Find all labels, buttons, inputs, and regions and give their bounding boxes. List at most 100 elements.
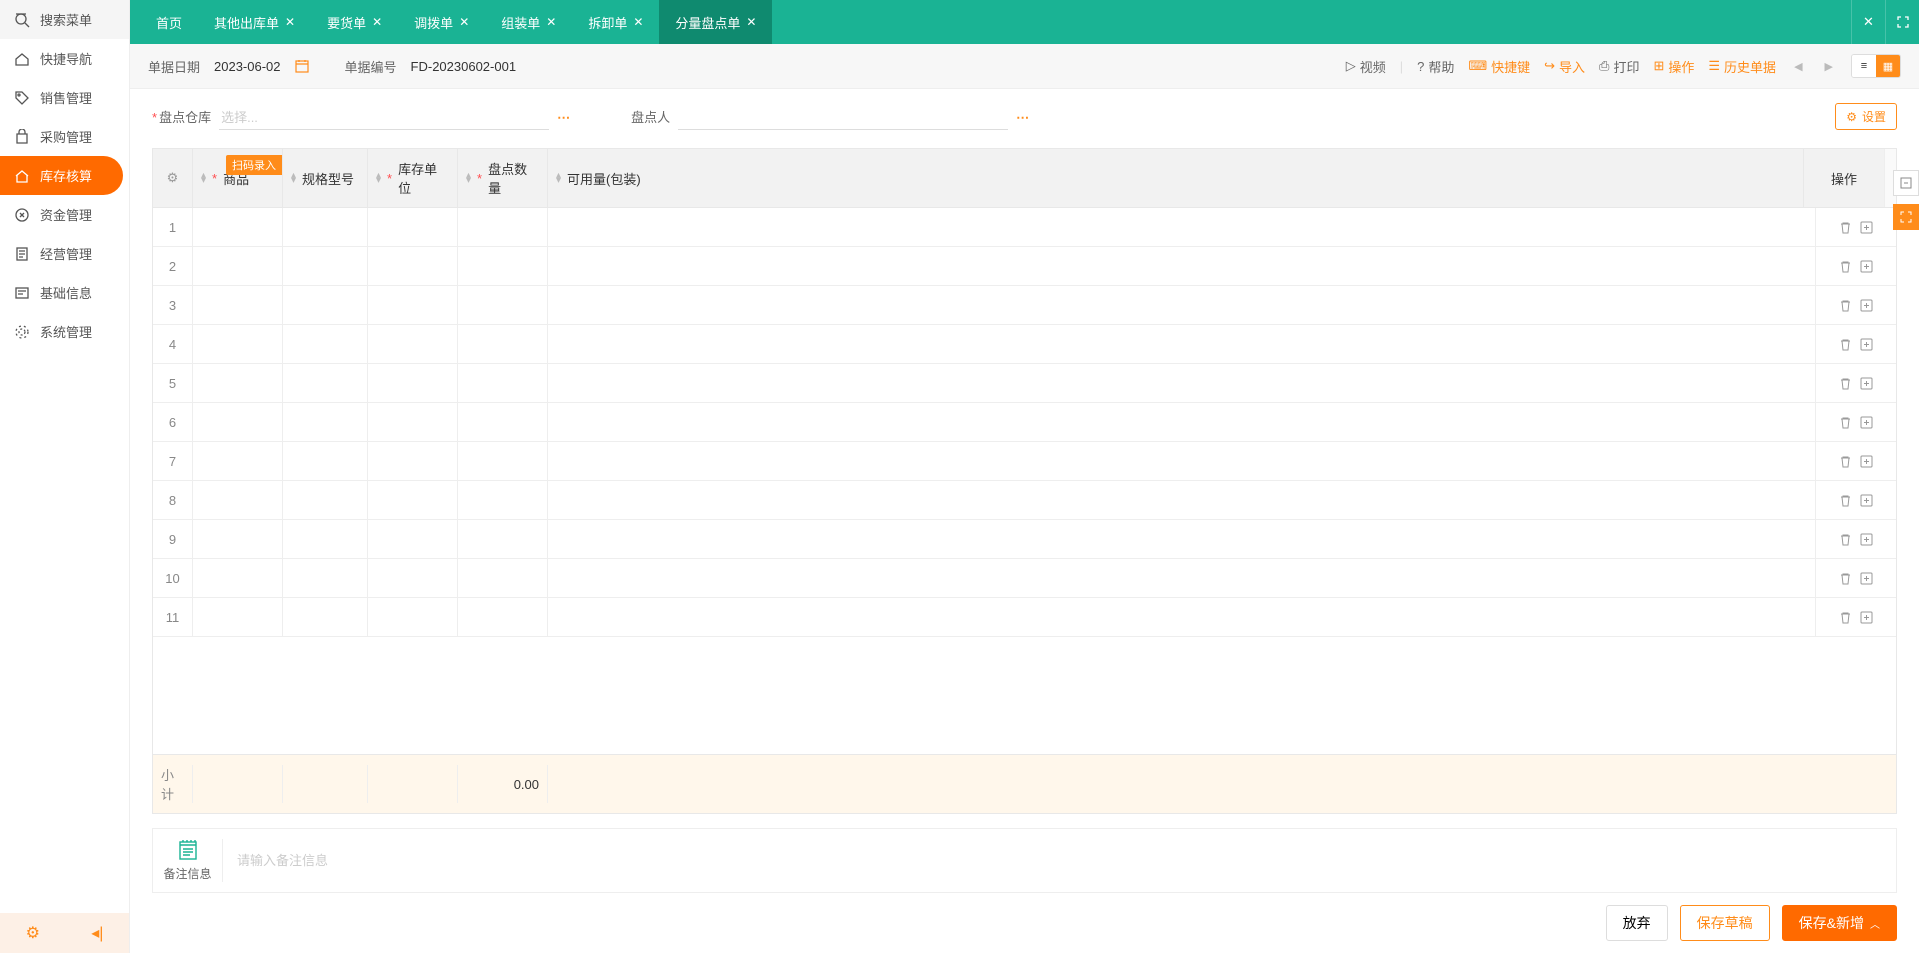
cell-available[interactable] xyxy=(548,598,1816,636)
cell-product[interactable] xyxy=(193,598,283,636)
tab-request[interactable]: 要货单✕ xyxy=(311,0,398,44)
cell-count-qty[interactable] xyxy=(458,559,548,597)
cell-spec[interactable] xyxy=(283,403,368,441)
add-row-icon[interactable] xyxy=(1860,338,1873,351)
cell-spec[interactable] xyxy=(283,520,368,558)
cell-unit[interactable] xyxy=(368,598,458,636)
add-row-icon[interactable] xyxy=(1860,611,1873,624)
close-tab-button[interactable]: ✕ xyxy=(1851,0,1885,44)
sidebar-item-quicknav[interactable]: 快捷导航 xyxy=(0,39,129,78)
import-link[interactable]: ↪导入 xyxy=(1544,57,1585,76)
table-row[interactable]: 8 xyxy=(153,481,1896,520)
sidebar-item-system[interactable]: 系统管理 xyxy=(0,312,129,351)
add-row-icon[interactable] xyxy=(1860,494,1873,507)
col-product[interactable]: ▴▾ * 商品 扫码录入 xyxy=(193,149,283,207)
history-link[interactable]: ☰历史单据 xyxy=(1708,57,1776,76)
scan-badge[interactable]: 扫码录入 xyxy=(226,155,282,175)
cell-product[interactable] xyxy=(193,520,283,558)
sidebar-item-funds[interactable]: 资金管理 xyxy=(0,195,129,234)
cell-spec[interactable] xyxy=(283,364,368,402)
close-icon[interactable]: ✕ xyxy=(633,15,643,29)
table-row[interactable]: 3 xyxy=(153,286,1896,325)
delete-row-icon[interactable] xyxy=(1839,221,1852,234)
person-picker-button[interactable]: ⋯ xyxy=(1016,110,1030,130)
cell-spec[interactable] xyxy=(283,247,368,285)
cell-available[interactable] xyxy=(548,364,1816,402)
cell-product[interactable] xyxy=(193,247,283,285)
delete-row-icon[interactable] xyxy=(1839,299,1852,312)
sort-icon[interactable]: ▴▾ xyxy=(291,173,296,183)
help-link[interactable]: ?帮助 xyxy=(1417,57,1454,76)
delete-row-icon[interactable] xyxy=(1839,455,1852,468)
cell-product[interactable] xyxy=(193,442,283,480)
tab-assemble[interactable]: 组装单✕ xyxy=(485,0,572,44)
close-icon[interactable]: ✕ xyxy=(372,15,382,29)
cell-available[interactable] xyxy=(548,559,1816,597)
collapse-icon[interactable]: ◂| xyxy=(91,923,103,943)
delete-row-icon[interactable] xyxy=(1839,494,1852,507)
cell-product[interactable] xyxy=(193,286,283,324)
shortcut-link[interactable]: ⌨快捷键 xyxy=(1468,57,1530,76)
cell-count-qty[interactable] xyxy=(458,208,548,246)
col-available[interactable]: ▴▾ 可用量(包装) xyxy=(548,149,1804,207)
cell-product[interactable] xyxy=(193,325,283,363)
close-icon[interactable]: ✕ xyxy=(746,15,756,29)
delete-row-icon[interactable] xyxy=(1839,572,1852,585)
cell-unit[interactable] xyxy=(368,208,458,246)
remarks-input[interactable] xyxy=(223,839,1896,882)
col-count-qty[interactable]: ▴▾ * 盘点数量 xyxy=(458,149,548,207)
table-row[interactable]: 11 xyxy=(153,598,1896,637)
delete-row-icon[interactable] xyxy=(1839,533,1852,546)
list-view-button[interactable]: ≡ xyxy=(1852,55,1876,77)
table-row[interactable]: 9 xyxy=(153,520,1896,559)
cell-unit[interactable] xyxy=(368,286,458,324)
warehouse-picker-button[interactable]: ⋯ xyxy=(557,110,571,130)
save-new-button[interactable]: 保存&新增︿ xyxy=(1782,905,1897,941)
cell-available[interactable] xyxy=(548,520,1816,558)
tab-transfer[interactable]: 调拨单✕ xyxy=(398,0,485,44)
cell-unit[interactable] xyxy=(368,559,458,597)
cell-available[interactable] xyxy=(548,325,1816,363)
cell-count-qty[interactable] xyxy=(458,286,548,324)
cell-spec[interactable] xyxy=(283,208,368,246)
cell-spec[interactable] xyxy=(283,598,368,636)
table-row[interactable]: 2 xyxy=(153,247,1896,286)
add-row-icon[interactable] xyxy=(1860,533,1873,546)
settings-button[interactable]: ⚙设置 xyxy=(1835,103,1897,130)
cell-spec[interactable] xyxy=(283,559,368,597)
cell-available[interactable] xyxy=(548,403,1816,441)
cell-count-qty[interactable] xyxy=(458,325,548,363)
add-row-icon[interactable] xyxy=(1860,455,1873,468)
side-tool-2[interactable] xyxy=(1893,204,1919,230)
table-row[interactable]: 1 xyxy=(153,208,1896,247)
cell-count-qty[interactable] xyxy=(458,442,548,480)
cell-unit[interactable] xyxy=(368,403,458,441)
cell-unit[interactable] xyxy=(368,520,458,558)
add-row-icon[interactable] xyxy=(1860,572,1873,585)
delete-row-icon[interactable] xyxy=(1839,611,1852,624)
date-value[interactable]: 2023-06-02 xyxy=(214,59,281,74)
side-tool-1[interactable] xyxy=(1893,170,1919,196)
add-row-icon[interactable] xyxy=(1860,260,1873,273)
cell-unit[interactable] xyxy=(368,481,458,519)
cell-product[interactable] xyxy=(193,364,283,402)
cell-product[interactable] xyxy=(193,559,283,597)
calendar-icon[interactable] xyxy=(295,59,309,73)
prev-button[interactable]: ◀ xyxy=(1790,60,1806,73)
table-row[interactable]: 7 xyxy=(153,442,1896,481)
tab-disassemble[interactable]: 拆卸单✕ xyxy=(572,0,659,44)
cell-unit[interactable] xyxy=(368,364,458,402)
add-row-icon[interactable] xyxy=(1860,416,1873,429)
warehouse-input[interactable] xyxy=(219,106,549,130)
add-row-icon[interactable] xyxy=(1860,221,1873,234)
add-row-icon[interactable] xyxy=(1860,299,1873,312)
table-row[interactable]: 5 xyxy=(153,364,1896,403)
tab-weight-inventory[interactable]: 分量盘点单✕ xyxy=(659,0,772,44)
sidebar-item-search[interactable]: 搜索菜单 xyxy=(0,0,129,39)
settings-icon[interactable]: ⚙ xyxy=(26,923,40,943)
cell-unit[interactable] xyxy=(368,325,458,363)
cell-available[interactable] xyxy=(548,247,1816,285)
sidebar-item-business[interactable]: 经营管理 xyxy=(0,234,129,273)
sidebar-item-sales[interactable]: 销售管理 xyxy=(0,78,129,117)
cell-spec[interactable] xyxy=(283,442,368,480)
